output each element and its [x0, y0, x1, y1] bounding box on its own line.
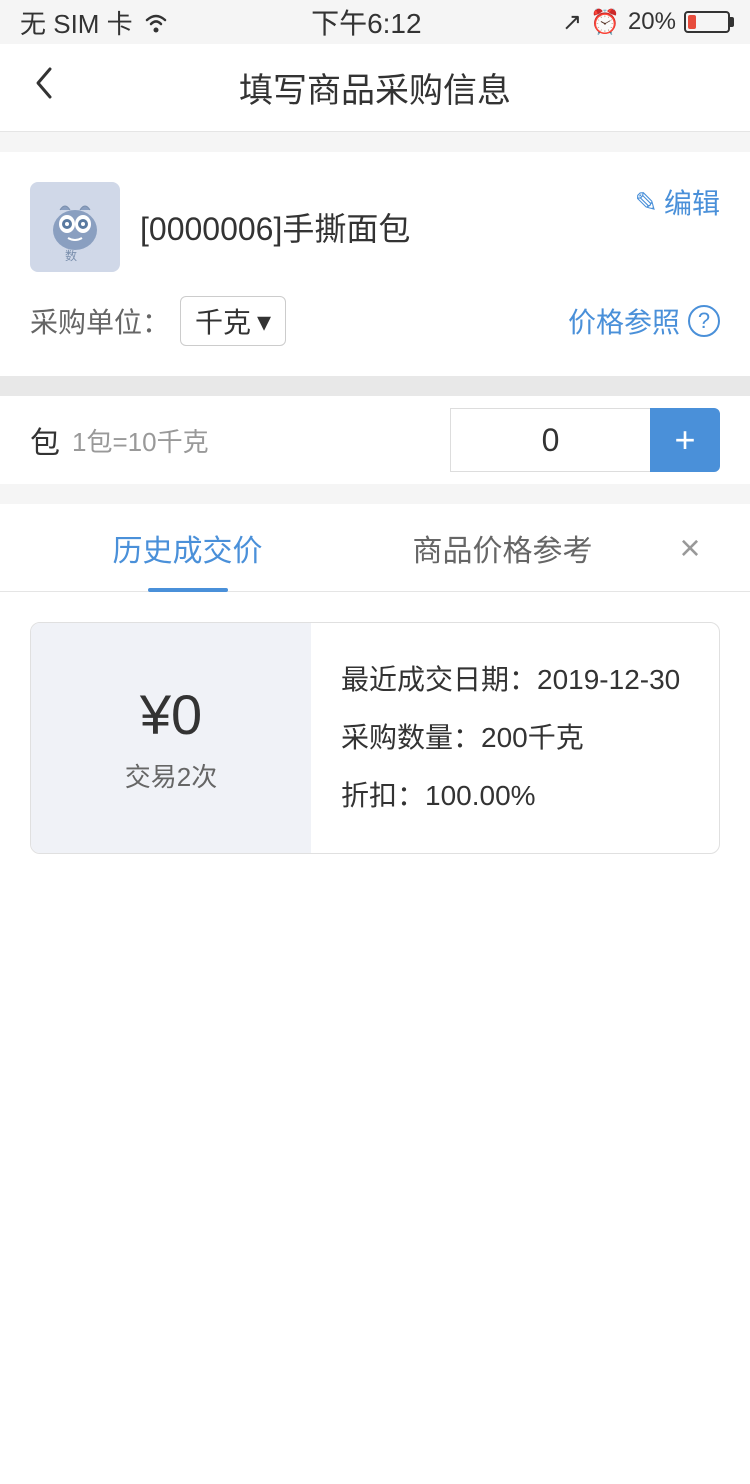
edit-label: 编辑	[664, 182, 720, 222]
edit-icon: ✎	[635, 186, 658, 219]
nav-bar: 填写商品采购信息	[0, 44, 750, 132]
price-ref-label: 价格参照	[568, 301, 680, 341]
product-name: [0000006]手撕面包	[140, 204, 410, 250]
close-icon: ×	[679, 527, 700, 569]
tabs-header: 历史成交价 商品价格参考 ×	[0, 504, 750, 592]
tab-product-price-ref[interactable]: 商品价格参考	[345, 504, 660, 592]
wifi-icon	[141, 11, 171, 33]
purchase-qty-value: 200千克	[481, 722, 584, 753]
unit-selector[interactable]: 千克 ▾	[180, 296, 286, 346]
battery-icon	[684, 11, 730, 33]
quantity-row: 包 1包=10千克 +	[0, 396, 750, 484]
product-left: 数 [0000006]手撕面包	[30, 182, 410, 272]
status-left: 无 SIM 卡	[20, 4, 171, 41]
status-right: ↗ ⏰ 20%	[562, 8, 730, 37]
section-divider	[0, 376, 750, 396]
tabs-section: 历史成交价 商品价格参考 × ¥0 交易2次 最近成交日期：2019-12-30…	[0, 504, 750, 884]
product-unit-row: 采购单位： 千克 ▾ 价格参照 ?	[30, 296, 720, 346]
battery-percentage: 20%	[628, 8, 676, 36]
tabs-close-button[interactable]: ×	[660, 518, 720, 578]
product-card: 数 [0000006]手撕面包 ✎ 编辑 采购单位： 千克 ▾ 价格参照 ?	[0, 152, 750, 376]
price-card-right: 最近成交日期：2019-12-30 采购数量：200千克 折扣：100.00%	[311, 623, 719, 853]
purchase-qty-label: 采购数量：	[341, 722, 481, 753]
price-card-left: ¥0 交易2次	[31, 623, 311, 853]
unit-value: 千克	[195, 301, 251, 341]
tab-history-price-label: 历史成交价	[113, 526, 263, 570]
price-currency: ¥	[140, 683, 171, 746]
quantity-input[interactable]	[450, 408, 650, 472]
price-reference-button[interactable]: 价格参照 ?	[568, 301, 720, 341]
quantity-plus-button[interactable]: +	[650, 408, 720, 472]
location-icon: ↗	[562, 8, 582, 37]
discount-label: 折扣：	[341, 780, 425, 811]
price-amount: ¥0	[140, 682, 202, 747]
unit-badge: 包	[30, 418, 60, 462]
discount-value: 100.00%	[425, 780, 536, 811]
tab-content: ¥0 交易2次 最近成交日期：2019-12-30 采购数量：200千克 折扣：…	[0, 592, 750, 884]
unit-label: 采购单位：	[30, 301, 170, 341]
recent-date-value: 2019-12-30	[537, 664, 680, 695]
plus-icon: +	[674, 419, 695, 461]
alarm-icon: ⏰	[590, 8, 620, 37]
product-logo-icon: 数	[40, 192, 110, 262]
quantity-unit-info: 包 1包=10千克	[30, 418, 209, 462]
status-time: 下午6:12	[311, 2, 422, 42]
price-card: ¥0 交易2次 最近成交日期：2019-12-30 采购数量：200千克 折扣：…	[30, 622, 720, 854]
recent-date-row: 最近成交日期：2019-12-30	[341, 659, 689, 701]
unit-conversion: 1包=10千克	[72, 422, 209, 459]
page-title: 填写商品采购信息	[239, 63, 511, 112]
bottom-area	[0, 884, 750, 1484]
tab-product-price-ref-label: 商品价格参考	[413, 526, 593, 570]
product-thumbnail: 数	[30, 182, 120, 272]
recent-date-label: 最近成交日期：	[341, 664, 537, 695]
price-transactions: 交易2次	[125, 757, 217, 794]
battery-fill	[688, 15, 696, 29]
svg-text:数: 数	[65, 248, 77, 262]
dropdown-arrow-icon: ▾	[257, 305, 271, 338]
back-button[interactable]	[30, 61, 90, 114]
help-icon: ?	[688, 305, 720, 337]
price-value: 0	[171, 683, 202, 746]
purchase-qty-row: 采购数量：200千克	[341, 717, 689, 759]
carrier-text: 无 SIM 卡	[20, 4, 133, 41]
quantity-input-group: +	[450, 408, 720, 472]
product-header: 数 [0000006]手撕面包 ✎ 编辑	[30, 182, 720, 272]
edit-button[interactable]: ✎ 编辑	[635, 182, 720, 222]
status-bar: 无 SIM 卡 下午6:12 ↗ ⏰ 20%	[0, 0, 750, 44]
tab-history-price[interactable]: 历史成交价	[30, 504, 345, 592]
discount-row: 折扣：100.00%	[341, 775, 689, 817]
